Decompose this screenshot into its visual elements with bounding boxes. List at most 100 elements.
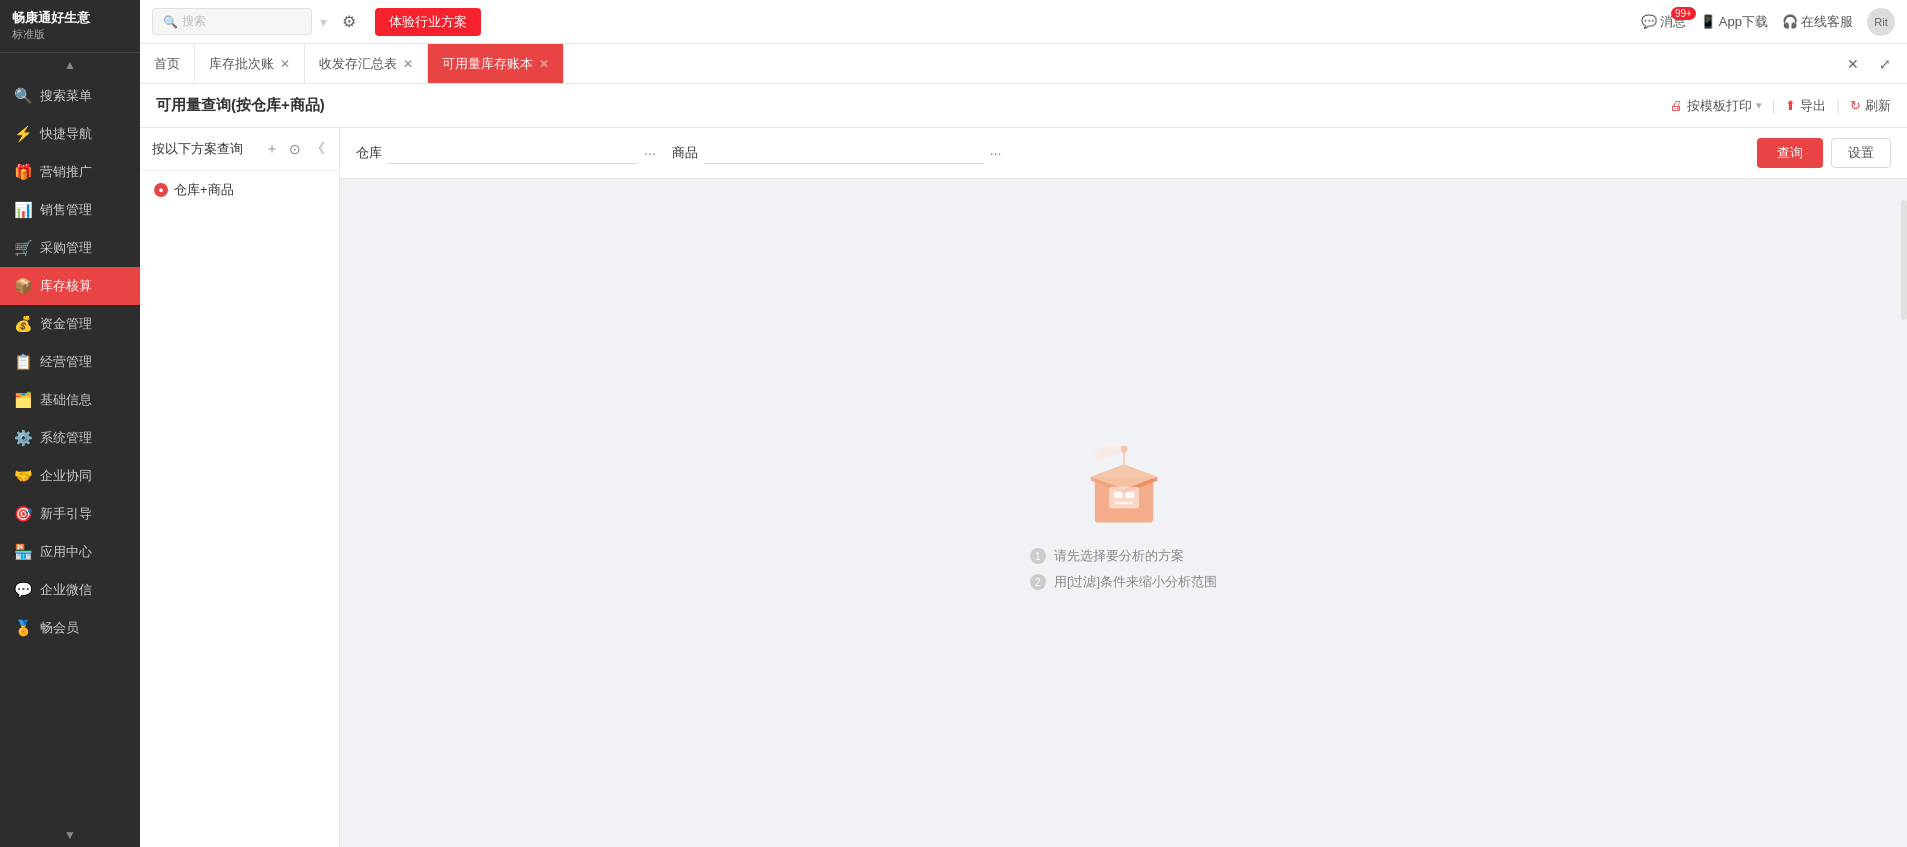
topbar-search-box[interactable]: 🔍 搜索 xyxy=(152,8,312,35)
newbie-icon: 🎯 xyxy=(14,505,32,523)
tab-receiptsummary[interactable]: 收发存汇总表 ✕ xyxy=(305,44,428,84)
left-panel-header: 按以下方案查询 ＋ ⊙ 《 xyxy=(140,128,339,171)
topbar: 🔍 搜索 ▾ ⚙ 体验行业方案 💬 消息 99+ 📱 App下载 🎧 在线客服 … xyxy=(140,0,1907,44)
export-link[interactable]: ⬆ 导出 xyxy=(1785,97,1826,115)
add-scheme-button[interactable]: ＋ xyxy=(263,138,281,160)
edition-label: 标准版 xyxy=(12,27,128,42)
app-name: 畅康通好生意 xyxy=(12,10,128,27)
tabbar-actions: ✕ ⤢ xyxy=(1831,50,1907,78)
sales-icon: 📊 xyxy=(14,201,32,219)
notification-icon: 💬 xyxy=(1641,14,1657,29)
divider1: | xyxy=(1772,98,1776,114)
vip-icon: 🏅 xyxy=(14,619,32,637)
empty-tip-2: 2 用[过滤]条件来缩小分析范围 xyxy=(1030,573,1217,591)
sidebar-item-appstore[interactable]: 🏪 应用中心 xyxy=(0,533,140,571)
tab-close-receiptsummary[interactable]: ✕ xyxy=(403,57,413,71)
sidebar-item-marketing[interactable]: 🎁 营销推广 xyxy=(0,153,140,191)
product-more-icon[interactable]: ··· xyxy=(990,145,1002,161)
tip-num-2: 2 xyxy=(1030,574,1046,590)
sidebar-item-operations[interactable]: 📋 经营管理 xyxy=(0,343,140,381)
tab-close-all-button[interactable]: ✕ xyxy=(1839,50,1867,78)
inventory-icon: 📦 xyxy=(14,277,32,295)
warehouse-filter-label: 仓库 xyxy=(356,144,382,162)
sidebar-item-enterprise[interactable]: 🤝 企业协同 xyxy=(0,457,140,495)
notification-badge: 99+ xyxy=(1671,7,1696,20)
export-icon: ⬆ xyxy=(1785,98,1796,113)
sidebar-item-sales[interactable]: 📊 销售管理 xyxy=(0,191,140,229)
svg-rect-1 xyxy=(1109,487,1139,509)
template-print-dropdown-icon[interactable]: ▾ xyxy=(1756,99,1762,112)
sidebar-item-basicinfo[interactable]: 🗂️ 基础信息 xyxy=(0,381,140,419)
topbar-right: 💬 消息 99+ 📱 App下载 🎧 在线客服 Rit xyxy=(1641,8,1895,36)
left-panel: 按以下方案查询 ＋ ⊙ 《 ● 仓库+商品 xyxy=(140,128,340,847)
search-icon-small: 🔍 xyxy=(163,15,178,29)
system-icon: ⚙️ xyxy=(14,429,32,447)
online-service-link[interactable]: 🎧 在线客服 xyxy=(1782,13,1853,31)
scheme-item-warehouse-product[interactable]: ● 仓库+商品 xyxy=(140,171,339,209)
collapse-panel-button[interactable]: 《 xyxy=(309,138,327,160)
svg-rect-4 xyxy=(1114,502,1132,505)
purchase-icon: 🛒 xyxy=(14,239,32,257)
sidebar-item-shortcut[interactable]: ⚡ 快捷导航 xyxy=(0,115,140,153)
tab-close-availableledger[interactable]: ✕ xyxy=(539,57,549,71)
operations-icon: 📋 xyxy=(14,353,32,371)
empty-tip-1: 1 请先选择要分析的方案 xyxy=(1030,547,1217,565)
sidebar-nav: 🔍 搜索菜单 ⚡ 快捷导航 🎁 营销推广 📊 销售管理 🛒 采购管理 📦 库存核… xyxy=(0,77,140,823)
page-title: 可用量查询(按仓库+商品) xyxy=(156,96,1658,115)
template-print-link[interactable]: 🖨 按模板打印 ▾ xyxy=(1670,97,1762,115)
scrollbar-thumb[interactable] xyxy=(1901,200,1907,320)
svg-rect-2 xyxy=(1114,492,1122,499)
wechat-icon: 💬 xyxy=(14,581,32,599)
refresh-link[interactable]: ↻ 刷新 xyxy=(1850,97,1891,115)
sidebar-scroll-up[interactable]: ▲ xyxy=(0,53,140,77)
headset-icon: 🎧 xyxy=(1782,14,1798,29)
sidebar-logo: 畅康通好生意 标准版 xyxy=(0,0,140,53)
svg-point-8 xyxy=(1100,445,1113,458)
empty-illustration xyxy=(1074,435,1174,535)
filter-bar: 仓库 ··· 商品 ··· 查询 设置 xyxy=(340,128,1907,179)
tabbar: 首页 库存批次账 ✕ 收发存汇总表 ✕ 可用量库存账本 ✕ ✕ ⤢ xyxy=(140,44,1907,84)
svg-point-9 xyxy=(1112,445,1122,455)
tab-expand-button[interactable]: ⤢ xyxy=(1871,50,1899,78)
main-content: 🔍 搜索 ▾ ⚙ 体验行业方案 💬 消息 99+ 📱 App下载 🎧 在线客服 … xyxy=(140,0,1907,847)
sidebar-item-inventory[interactable]: 📦 库存核算 xyxy=(0,267,140,305)
empty-state: 1 请先选择要分析的方案 2 用[过滤]条件来缩小分析范围 xyxy=(340,179,1907,847)
right-panel: 仓库 ··· 商品 ··· 查询 设置 xyxy=(340,128,1907,847)
sidebar-item-wechat[interactable]: 💬 企业微信 xyxy=(0,571,140,609)
basicinfo-icon: 🗂️ xyxy=(14,391,32,409)
tab-batchledger[interactable]: 库存批次账 ✕ xyxy=(195,44,305,84)
search-icon: 🔍 xyxy=(14,87,32,105)
tab-availableledger[interactable]: 可用量库存账本 ✕ xyxy=(428,44,564,84)
page-header: 可用量查询(按仓库+商品) 🖨 按模板打印 ▾ | ⬆ 导出 | ↻ 刷新 xyxy=(140,84,1907,128)
sidebar-item-system[interactable]: ⚙️ 系统管理 xyxy=(0,419,140,457)
page-header-actions: 🖨 按模板打印 ▾ | ⬆ 导出 | ↻ 刷新 xyxy=(1670,97,1891,115)
search-dropdown-icon[interactable]: ▾ xyxy=(320,14,327,30)
scheme-header-label: 按以下方案查询 xyxy=(152,140,257,158)
sidebar-item-purchase[interactable]: 🛒 采购管理 xyxy=(0,229,140,267)
sidebar-item-funds[interactable]: 💰 资金管理 xyxy=(0,305,140,343)
app-download-icon: 📱 xyxy=(1700,14,1716,29)
manage-scheme-button[interactable]: ⊙ xyxy=(287,139,303,159)
sidebar-item-vip[interactable]: 🏅 畅会员 xyxy=(0,609,140,647)
gear-button[interactable]: ⚙ xyxy=(335,8,363,36)
tab-home[interactable]: 首页 xyxy=(140,44,195,84)
app-download-link[interactable]: 📱 App下载 xyxy=(1700,13,1768,31)
avatar[interactable]: Rit xyxy=(1867,8,1895,36)
trial-btn[interactable]: 体验行业方案 xyxy=(375,8,481,36)
query-button[interactable]: 查询 xyxy=(1757,138,1823,168)
appstore-icon: 🏪 xyxy=(14,543,32,561)
sidebar-item-search[interactable]: 🔍 搜索菜单 xyxy=(0,77,140,115)
sidebar-item-newbie[interactable]: 🎯 新手引导 xyxy=(0,495,140,533)
product-filter-label: 商品 xyxy=(672,144,698,162)
product-input[interactable] xyxy=(704,142,984,164)
print-icon: 🖨 xyxy=(1670,98,1683,113)
filter-product: 商品 ··· xyxy=(672,142,1002,164)
notification-link[interactable]: 💬 消息 99+ xyxy=(1641,13,1686,31)
tip-num-1: 1 xyxy=(1030,548,1046,564)
warehouse-input[interactable] xyxy=(388,142,638,164)
settings-button[interactable]: 设置 xyxy=(1831,138,1891,168)
warehouse-more-icon[interactable]: ··· xyxy=(644,145,656,161)
shortcut-icon: ⚡ xyxy=(14,125,32,143)
sidebar-scroll-down[interactable]: ▼ xyxy=(0,823,140,847)
tab-close-batchledger[interactable]: ✕ xyxy=(280,57,290,71)
